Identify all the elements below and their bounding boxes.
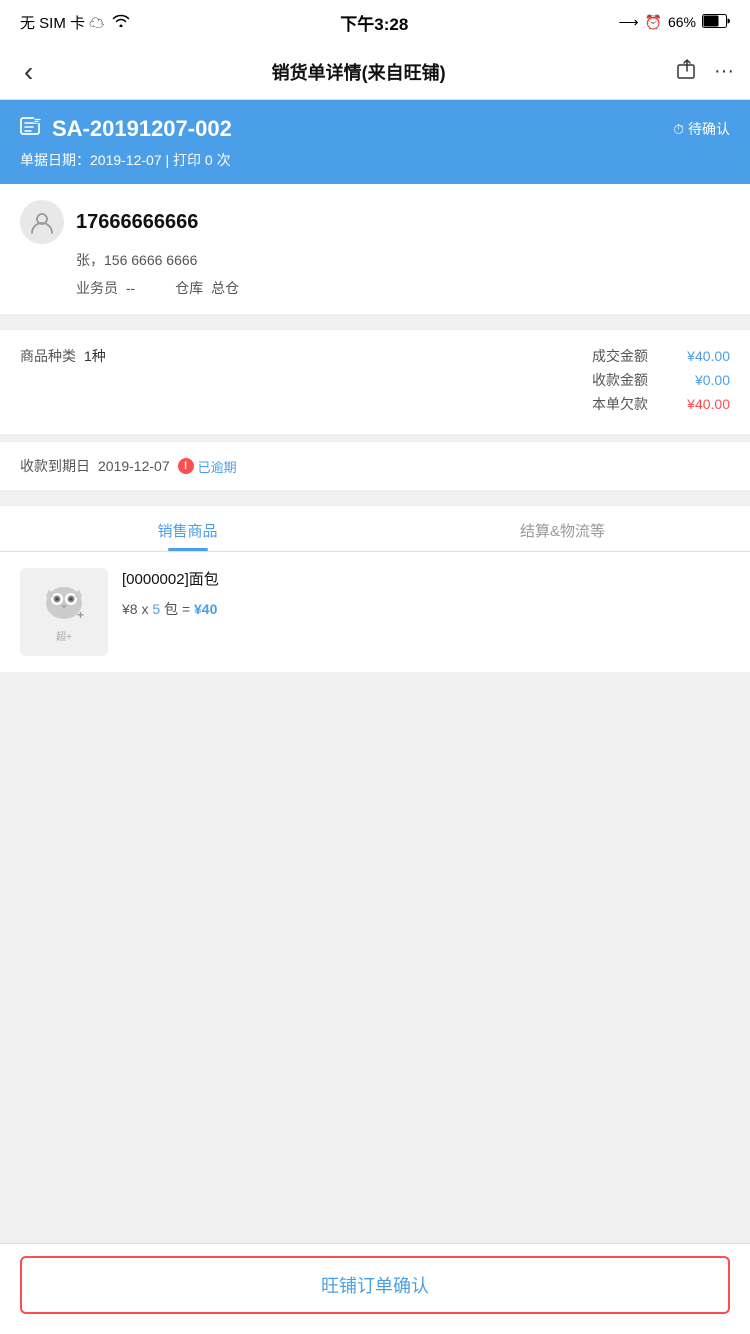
salesperson-value: -- (126, 280, 135, 296)
battery-icon (702, 14, 730, 31)
price-per-unit: ¥8 (122, 601, 138, 617)
product-types-value: 1种 (84, 346, 106, 366)
tab-settlement[interactable]: 结算&物流等 (375, 506, 750, 551)
confirm-order-button[interactable]: 旺铺订单确认 (20, 1256, 730, 1314)
product-image: + 超+ (20, 568, 108, 656)
product-info: [0000002]面包 ¥8 x 5 包 = ¥40 (122, 568, 730, 656)
total-price: ¥40 (194, 601, 217, 617)
equals-sign: = (182, 601, 194, 617)
tab-products[interactable]: 销售商品 (0, 506, 375, 551)
warehouse-label: 仓库 (175, 280, 203, 296)
status-right: ⟶ ⏰ 66% (618, 14, 730, 31)
battery-text: 66% (668, 14, 696, 30)
warehouse-value: 总仓 (211, 280, 239, 296)
summary-right: 成交金额 ¥40.00 收款金额 ¥0.00 本单欠款 ¥40.00 (592, 346, 730, 418)
back-button[interactable]: ‹ (16, 52, 41, 92)
due-date-card: 收款到期日 2019-12-07 ! 已逾期 (0, 442, 750, 490)
customer-name: 张，156 6666 6666 (76, 250, 730, 270)
customer-phone: 17666666666 (76, 211, 198, 234)
receipt-amount-value: ¥0.00 (660, 372, 730, 388)
header-card: SA-20191207-002 ⏱ 待确认 单据日期：2019-12-07 | … (0, 100, 750, 184)
due-date-label: 收款到期日 (20, 456, 90, 476)
wifi-icon (112, 13, 130, 31)
divider-2 (0, 434, 750, 442)
status-left: 无 SIM 卡 ☁ (20, 12, 130, 33)
tabs-container: 销售商品 结算&物流等 (0, 506, 750, 552)
status-badge: ⏱ 待确认 (673, 119, 730, 139)
due-date-value: 2019-12-07 (98, 458, 170, 474)
bottom-bar: 旺铺订单确认 (0, 1243, 750, 1334)
deal-amount-value: ¥40.00 (660, 348, 730, 364)
overdue-text: 已逾期 (198, 457, 237, 476)
header-date: 单据日期：2019-12-07 | 打印 0 次 (20, 150, 730, 170)
receipt-amount-label: 收款金额 (592, 370, 648, 390)
customer-row: 17666666666 (20, 200, 730, 244)
price-multiply: x (141, 601, 152, 617)
customer-meta: 业务员 -- 仓库 总仓 (76, 278, 730, 298)
more-icon[interactable]: ··· (714, 60, 734, 83)
deal-amount-label: 成交金额 (592, 346, 648, 366)
nav-bar: ‹ 销货单详情(来自旺铺) ··· (0, 44, 750, 100)
due-amount-label: 本单欠款 (592, 394, 648, 414)
page-title: 销货单详情(来自旺铺) (272, 59, 446, 85)
status-time: 下午3:28 (340, 10, 408, 35)
status-bar: 无 SIM 卡 ☁ 下午3:28 ⟶ ⏰ 66% (0, 0, 750, 44)
svg-text:+: + (77, 608, 84, 621)
alarm-icon: ⏰ (645, 14, 662, 31)
summary-card: 商品种类 1种 成交金额 ¥40.00 收款金额 ¥0.00 本单欠款 ¥40.… (0, 330, 750, 434)
due-amount-value: ¥40.00 (660, 396, 730, 412)
unit: 包 (164, 601, 178, 617)
deal-amount-row: 成交金额 ¥40.00 (592, 346, 730, 366)
order-doc-icon (20, 116, 42, 142)
sim-text: 无 SIM 卡 ☁ (20, 12, 104, 33)
location-icon: ⟶ (618, 14, 638, 31)
product-name: [0000002]面包 (122, 568, 730, 589)
summary-left: 商品种类 1种 (20, 346, 106, 366)
salesperson-label: 业务员 (76, 280, 118, 296)
avatar (20, 200, 64, 244)
customer-info-card: 17666666666 张，156 6666 6666 业务员 -- 仓库 总仓 (0, 184, 750, 314)
due-amount-row: 本单欠款 ¥40.00 (592, 394, 730, 414)
product-types-label: 商品种类 (20, 346, 76, 366)
product-card: + 超+ [0000002]面包 ¥8 x 5 包 = ¥40 (0, 552, 750, 672)
nav-actions: ··· (676, 58, 734, 86)
receipt-amount-row: 收款金额 ¥0.00 (592, 370, 730, 390)
header-top: SA-20191207-002 ⏱ 待确认 (20, 116, 730, 142)
divider-1 (0, 322, 750, 330)
overdue-icon: ! (178, 458, 194, 474)
quantity: 5 (152, 601, 160, 617)
overdue-badge: ! 已逾期 (178, 457, 237, 476)
share-icon[interactable] (676, 58, 698, 86)
divider-3 (0, 498, 750, 506)
order-id: SA-20191207-002 (52, 116, 232, 142)
product-price-row: ¥8 x 5 包 = ¥40 (122, 599, 730, 619)
clock-icon: ⏱ (673, 121, 684, 138)
content-area: + 超+ [0000002]面包 ¥8 x 5 包 = ¥40 (0, 552, 750, 760)
